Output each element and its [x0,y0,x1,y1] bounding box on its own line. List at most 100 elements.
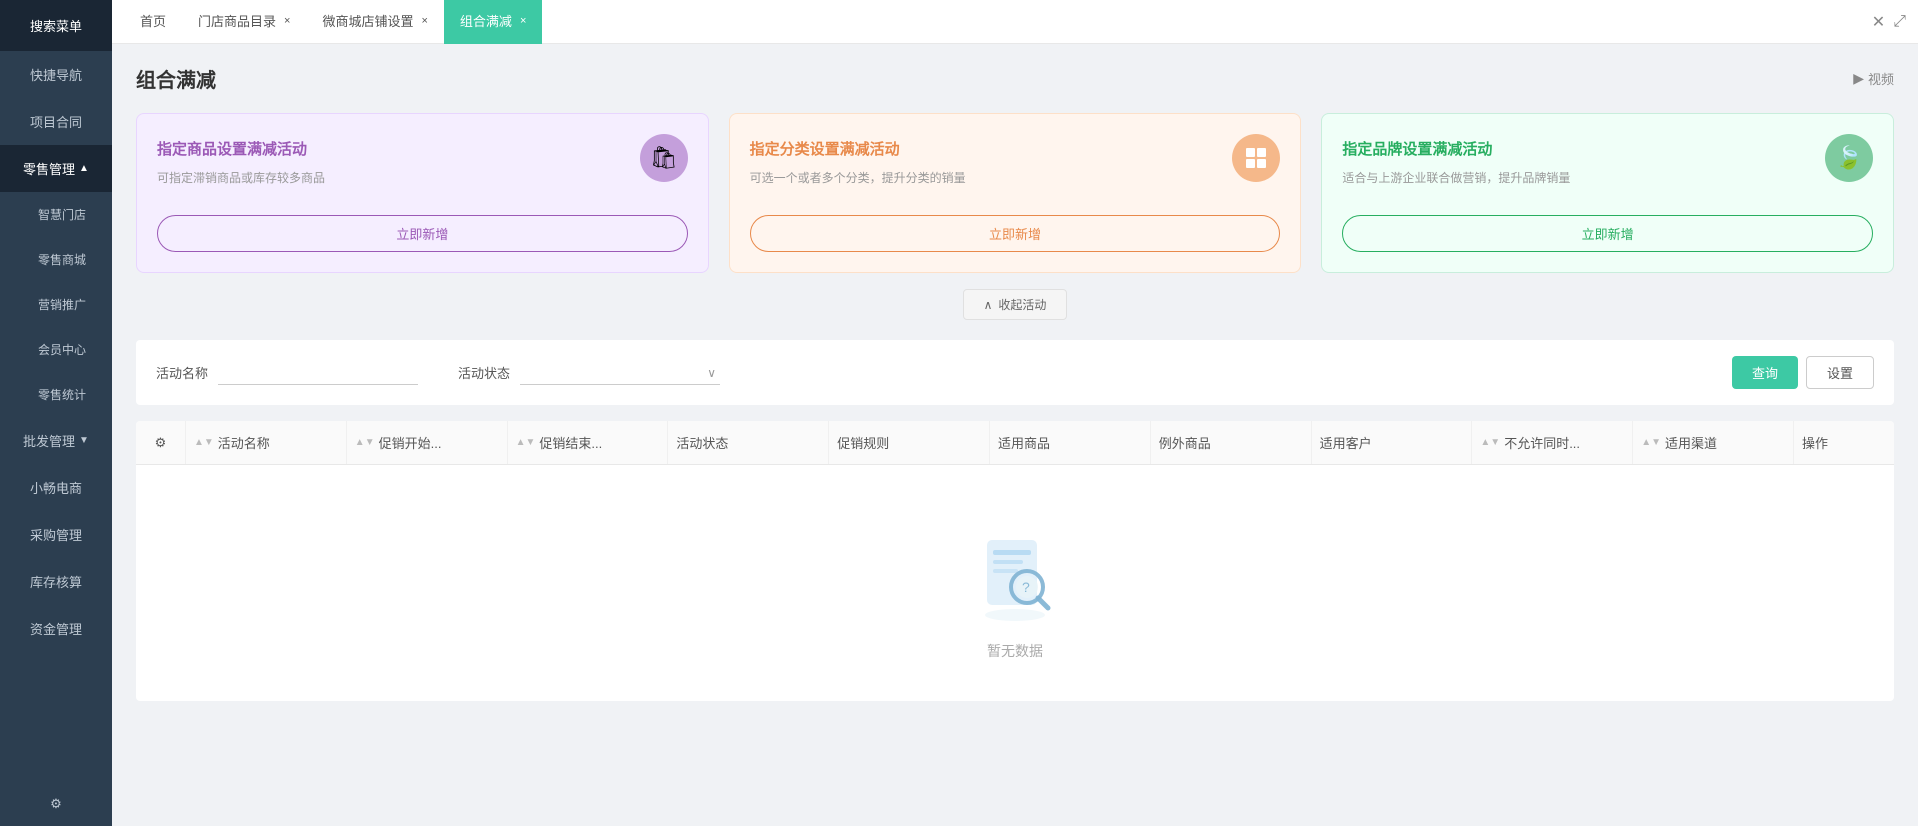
sidebar-item-wholesale-management[interactable]: 批发管理 ▼ [0,417,112,464]
grid-icon [1244,146,1268,170]
sidebar-item-member-center[interactable]: 会员中心 [0,327,112,372]
sidebar-item-marketing[interactable]: 营销推广 [0,282,112,327]
sort-icon: ▲▼ [1480,437,1500,448]
th-promo-end[interactable]: ▲▼ 促销结束... [508,421,669,464]
th-exception-goods-label: 例外商品 [1159,433,1211,452]
sidebar-item-label: 批发管理 [23,431,75,450]
svg-text:?: ? [1022,579,1030,595]
tab-bar-actions: ✕ ⤢ [1872,12,1906,32]
video-link[interactable]: ▶ 视频 [1853,69,1894,88]
settings-button[interactable]: 设置 [1806,356,1874,389]
sidebar-settings-btn[interactable]: ⚙ [0,782,112,826]
sidebar-item-retail-mall[interactable]: 零售商城 [0,237,112,282]
card-goods-title: 指定商品设置满减活动 [157,138,688,159]
sort-icon: ▲▼ [194,437,214,448]
sidebar-item-xiaochangecommerce[interactable]: 小畅电商 [0,464,112,511]
sidebar-item-label: 零售管理 [23,159,75,178]
th-applicable-channel[interactable]: ▲▼ 适用渠道 [1633,421,1794,464]
activity-status-field: 活动状态 进行中 未开始 已结束 ∨ [458,361,720,385]
tab-wechat-store-settings-close[interactable]: × [421,15,427,27]
activity-card-goods: 🛍 指定商品设置满减活动 可指定滞销商品或库存较多商品 立即新增 [136,113,709,273]
query-button[interactable]: 查询 [1732,356,1798,389]
activity-status-select[interactable]: 进行中 未开始 已结束 [520,361,720,385]
th-activity-name[interactable]: ▲▼ 活动名称 [186,421,347,464]
th-exception-goods: 例外商品 [1151,421,1312,464]
sidebar-item-purchase-management[interactable]: 采购管理 [0,511,112,558]
th-settings[interactable]: ⚙ [136,421,186,464]
card-category-title: 指定分类设置满减活动 [750,138,1281,159]
th-applicable-goods: 适用商品 [990,421,1151,464]
sidebar-item-quick-nav[interactable]: 快捷导航 [0,51,112,98]
card-brand-add-btn[interactable]: 立即新增 [1342,215,1873,252]
sidebar-item-project-contract[interactable]: 项目合同 [0,98,112,145]
card-brand-desc: 适合与上游企业联合做营销，提升品牌销量 [1342,169,1873,199]
sidebar-item-label: 库存核算 [30,575,82,590]
tab-combo-discount[interactable]: 组合满减 × [444,0,542,44]
th-applicable-channel-label: 适用渠道 [1665,433,1717,452]
th-promo-rule: 促销规则 [829,421,990,464]
tab-home-label: 首页 [140,11,166,30]
sidebar-item-retail-management[interactable]: 零售管理 ▲ [0,145,112,192]
tab-wechat-store-settings-label: 微商城店铺设置 [322,11,413,30]
close-window-icon[interactable]: ✕ [1872,12,1885,32]
activity-name-input[interactable] [218,361,418,385]
tab-store-catalog-close[interactable]: × [284,15,290,27]
chevron-up-icon: ∧ [984,298,993,312]
card-brand-icon: 🍃 [1825,134,1873,182]
card-category-icon [1232,134,1280,182]
gear-icon: ⚙ [155,435,167,451]
sidebar-item-retail-stats[interactable]: 零售统计 [0,372,112,417]
tab-combo-discount-label: 组合满减 [460,11,512,30]
th-operation-label: 操作 [1802,433,1828,452]
collapse-activity-btn[interactable]: ∧ 收起活动 [963,289,1068,320]
tab-home[interactable]: 首页 [124,0,182,44]
th-promo-start-label: 促销开始... [379,433,442,452]
sort-icon: ▲▼ [516,437,536,448]
page-title: 组合满减 [136,64,216,93]
collapse-label: 收起活动 [998,296,1046,313]
sidebar-item-label: 采购管理 [30,528,82,543]
sidebar-item-label: 零售统计 [38,388,86,402]
search-bar: 活动名称 活动状态 进行中 未开始 已结束 ∨ 查询 设置 [136,340,1894,405]
play-circle-icon: ▶ [1853,70,1864,87]
sidebar-search[interactable]: 搜索菜单 [0,0,112,51]
sidebar-item-smart-store[interactable]: 智慧门店 [0,192,112,237]
sidebar: 搜索菜单 快捷导航 项目合同 零售管理 ▲ 智慧门店 零售商城 营销推广 会员中… [0,0,112,826]
th-applicable-goods-label: 适用商品 [998,433,1050,452]
th-operation: 操作 [1794,421,1894,464]
search-actions: 查询 设置 [1732,356,1874,389]
video-label: 视频 [1868,69,1894,88]
th-no-concurrent[interactable]: ▲▼ 不允许同时... [1472,421,1633,464]
tab-combo-discount-close[interactable]: × [520,15,526,27]
sidebar-item-label: 快捷导航 [30,68,82,83]
tab-store-catalog[interactable]: 门店商品目录 × [182,0,306,44]
card-category-add-btn[interactable]: 立即新增 [750,215,1281,252]
th-promo-end-label: 促销结束... [539,433,602,452]
th-applicable-customer: 适用客户 [1312,421,1473,464]
activity-status-label: 活动状态 [458,363,510,382]
card-goods-add-btn[interactable]: 立即新增 [157,215,688,252]
activity-card-brand: 🍃 指定品牌设置满减活动 适合与上游企业联合做营销，提升品牌销量 立即新增 [1321,113,1894,273]
sidebar-item-inventory[interactable]: 库存核算 [0,558,112,605]
th-promo-start[interactable]: ▲▼ 促销开始... [347,421,508,464]
sidebar-item-funds-management[interactable]: 资金管理 [0,605,112,652]
gear-icon: ⚙ [50,796,62,811]
sidebar-item-label: 零售商城 [38,253,86,267]
th-no-concurrent-label: 不允许同时... [1504,433,1580,452]
search-label: 搜索菜单 [30,19,82,34]
empty-state: ? 暂无数据 [136,465,1894,701]
sidebar-item-label: 项目合同 [30,115,82,130]
resize-window-icon[interactable]: ⤢ [1893,13,1906,31]
leaf-icon: 🍃 [1835,145,1862,171]
tab-store-catalog-label: 门店商品目录 [198,11,276,30]
sidebar-item-label: 会员中心 [38,343,86,357]
activity-cards: 🛍 指定商品设置满减活动 可指定滞销商品或库存较多商品 立即新增 指定分类设置满… [136,113,1894,273]
tab-wechat-store-settings[interactable]: 微商城店铺设置 × [306,0,443,44]
activity-card-category: 指定分类设置满减活动 可选一个或者多个分类，提升分类的销量 立即新增 [729,113,1302,273]
content-area: 组合满减 ▶ 视频 🛍 指定商品设置满减活动 可指定滞销商品或库存较多商品 立即… [112,44,1918,826]
main-area: 首页 门店商品目录 × 微商城店铺设置 × 组合满减 × ✕ ⤢ 组合满减 ▶ … [112,0,1918,826]
sidebar-item-label: 资金管理 [30,622,82,637]
activity-name-field: 活动名称 [156,361,418,385]
sidebar-item-label: 小畅电商 [30,481,82,496]
sort-icon: ▲▼ [1641,437,1661,448]
